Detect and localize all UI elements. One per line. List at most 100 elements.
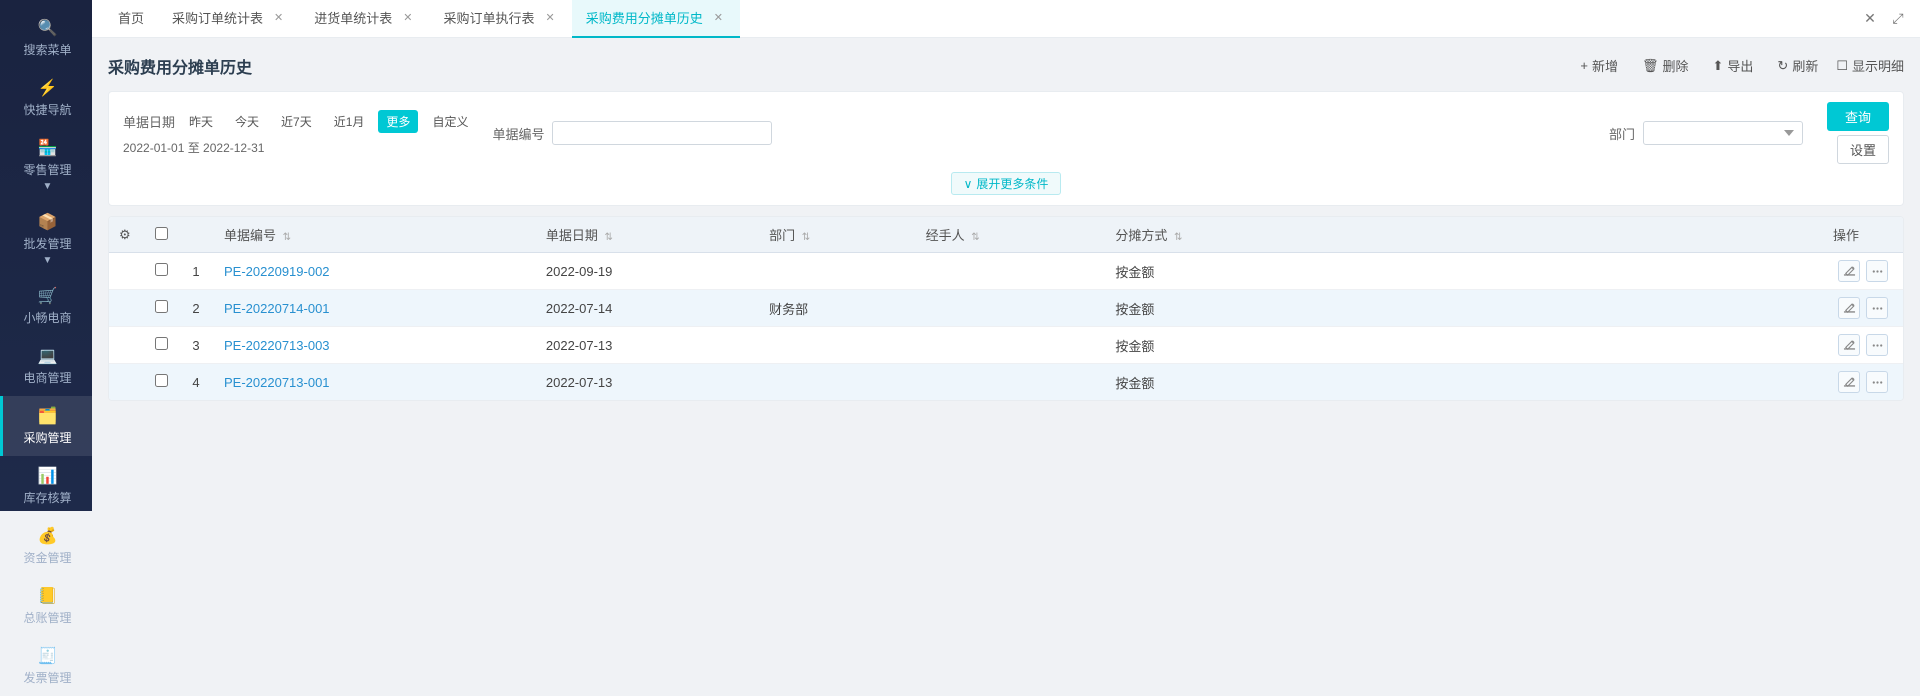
th-doc-date[interactable]: 单据日期 ⇅: [536, 217, 759, 253]
page-title: 采购费用分摊单历史: [108, 54, 252, 78]
th-split-method-label: 分摊方式: [1115, 228, 1167, 243]
expand-conditions-button[interactable]: ∨ 展开更多条件: [951, 172, 1062, 195]
row-doc-no-cell[interactable]: PE-20220714-001: [214, 290, 536, 327]
row-doc-date-cell: 2022-07-13: [536, 364, 759, 401]
delete-label: 删除: [1662, 56, 1688, 75]
sidebar-item-label: 采购管理: [9, 429, 86, 446]
row-edit-button[interactable]: [1838, 334, 1860, 356]
tab-home[interactable]: 首页: [104, 0, 158, 38]
th-gear[interactable]: ⚙: [109, 217, 145, 253]
row-checkbox[interactable]: [155, 263, 168, 276]
sidebar-item-mini-shop[interactable]: 🛒 小畅电商: [0, 276, 92, 336]
retail-icon: 🏪: [9, 138, 86, 158]
sidebar-item-wholesale[interactable]: 📦 批发管理 ▼: [0, 202, 92, 276]
row-edit-button[interactable]: [1838, 297, 1860, 319]
sidebar-item-search[interactable]: 🔍 搜索菜单: [0, 8, 92, 68]
set-button[interactable]: 设置: [1837, 135, 1889, 164]
table-row: 2 PE-20220714-001 2022-07-14 财务部 按金额: [109, 290, 1903, 327]
show-cols-button[interactable]: ☐ 显示明细: [1836, 56, 1904, 75]
table-row: 1 PE-20220919-002 2022-09-19 按金额: [109, 253, 1903, 290]
export-icon: ⬆: [1712, 58, 1723, 74]
sidebar-item-label: 小畅电商: [9, 309, 86, 326]
row-more-button[interactable]: [1866, 371, 1888, 393]
add-icon: +: [1580, 58, 1588, 73]
date-more-button[interactable]: 更多: [378, 110, 418, 133]
add-button[interactable]: + 新增: [1574, 52, 1624, 79]
refresh-button[interactable]: ↻ 刷新: [1771, 52, 1824, 79]
close-icon[interactable]: ✕: [271, 10, 286, 25]
row-doc-no-cell[interactable]: PE-20220713-003: [214, 327, 536, 364]
th-check[interactable]: [145, 217, 178, 253]
dept-select[interactable]: 财务部: [1643, 121, 1803, 145]
sidebar-item-label: 搜索菜单: [9, 41, 86, 58]
add-label: 新增: [1592, 56, 1618, 75]
row-doc-date-cell: 2022-07-14: [536, 290, 759, 327]
date-1month-button[interactable]: 近1月: [326, 110, 373, 133]
row-check-cell[interactable]: [145, 253, 178, 290]
date-yesterday-button[interactable]: 昨天: [181, 110, 221, 133]
select-all-checkbox[interactable]: [155, 227, 168, 240]
expand-more-row: ∨ 展开更多条件: [123, 172, 1889, 195]
tab-inbound-stats[interactable]: 进货单统计表 ✕: [300, 0, 429, 38]
tab-po-stats[interactable]: 采购订单统计表 ✕: [158, 0, 300, 38]
close-icon[interactable]: ✕: [400, 10, 415, 25]
row-num-cell: 2: [178, 290, 214, 327]
row-edit-button[interactable]: [1838, 371, 1860, 393]
doc-no-filter-group: 单据编号: [492, 121, 1593, 145]
ledger-icon: 📒: [9, 586, 86, 606]
th-handler[interactable]: 经手人 ⇅: [916, 217, 1106, 253]
sidebar-item-purchase[interactable]: 🗂️ 采购管理: [0, 396, 92, 456]
tab-bar: 首页 采购订单统计表 ✕ 进货单统计表 ✕ 采购订单执行表 ✕ 采购费用分摊单历…: [92, 0, 1920, 38]
date-custom-button[interactable]: 自定义: [424, 110, 476, 133]
th-split-method[interactable]: 分摊方式 ⇅: [1105, 217, 1823, 253]
date-today-button[interactable]: 今天: [227, 110, 267, 133]
doc-no-link[interactable]: PE-20220714-001: [224, 301, 330, 316]
doc-no-link[interactable]: PE-20220713-001: [224, 375, 330, 390]
row-num-cell: 4: [178, 364, 214, 401]
th-doc-no-label: 单据编号: [224, 228, 276, 243]
tab-cost-split[interactable]: 采购费用分摊单历史 ✕: [572, 0, 740, 38]
sidebar-item-ledger[interactable]: 📒 总账管理: [0, 576, 92, 636]
doc-no-input[interactable]: [552, 121, 772, 145]
row-check-cell[interactable]: [145, 290, 178, 327]
sidebar-item-finance[interactable]: 💰 资金管理: [0, 516, 92, 576]
query-button[interactable]: 查询: [1827, 102, 1889, 131]
row-op-cell: [1823, 253, 1903, 290]
close-icon[interactable]: ✕: [711, 10, 726, 25]
content-area: 采购费用分摊单历史 + 新增 🗑 删除 ⬆ 导出 ↻ 刷新: [92, 38, 1920, 511]
date-filter-group: 单据日期 昨天 今天 近7天 近1月 更多 自定义 2022-01-01 至 2…: [123, 110, 476, 156]
row-check-cell[interactable]: [145, 327, 178, 364]
main-area: 首页 采购订单统计表 ✕ 进货单统计表 ✕ 采购订单执行表 ✕ 采购费用分摊单历…: [92, 0, 1920, 511]
row-edit-button[interactable]: [1838, 260, 1860, 282]
sidebar-item-quicknav[interactable]: ⚡ 快捷导航: [0, 68, 92, 128]
export-button[interactable]: ⬆ 导出: [1706, 52, 1759, 79]
row-more-button[interactable]: [1866, 260, 1888, 282]
row-check-cell[interactable]: [145, 364, 178, 401]
row-op-cell: [1823, 364, 1903, 401]
row-more-button[interactable]: [1866, 334, 1888, 356]
row-checkbox[interactable]: [155, 300, 168, 313]
table-header-row: ⚙ 单据编号 ⇅ 单据日期 ⇅ 部门 ⇅: [109, 217, 1903, 253]
sidebar-item-retail[interactable]: 🏪 零售管理 ▼: [0, 128, 92, 202]
row-checkbox[interactable]: [155, 337, 168, 350]
row-doc-no-cell[interactable]: PE-20220919-002: [214, 253, 536, 290]
wholesale-icon: 📦: [9, 212, 86, 232]
sidebar-item-invoice[interactable]: 🧾 发票管理: [0, 636, 92, 696]
delete-button[interactable]: 🗑 删除: [1636, 52, 1695, 79]
row-more-button[interactable]: [1866, 297, 1888, 319]
row-checkbox[interactable]: [155, 374, 168, 387]
sidebar-item-label: 零售管理: [9, 161, 86, 178]
date-7days-button[interactable]: 近7天: [273, 110, 320, 133]
row-doc-no-cell[interactable]: PE-20220713-001: [214, 364, 536, 401]
tab-po-exec[interactable]: 采购订单执行表 ✕: [429, 0, 571, 38]
sidebar-item-inventory[interactable]: 📊 库存核算: [0, 456, 92, 516]
sort-icon: ⇅: [802, 232, 810, 243]
close-window-button[interactable]: ✕: [1860, 9, 1880, 29]
sidebar-item-ecom[interactable]: 💻 电商管理: [0, 336, 92, 396]
th-doc-no[interactable]: 单据编号 ⇅: [214, 217, 536, 253]
th-dept[interactable]: 部门 ⇅: [759, 217, 916, 253]
doc-no-link[interactable]: PE-20220919-002: [224, 264, 330, 279]
expand-window-button[interactable]: ⤢: [1888, 9, 1908, 29]
doc-no-link[interactable]: PE-20220713-003: [224, 338, 330, 353]
close-icon[interactable]: ✕: [543, 10, 558, 25]
